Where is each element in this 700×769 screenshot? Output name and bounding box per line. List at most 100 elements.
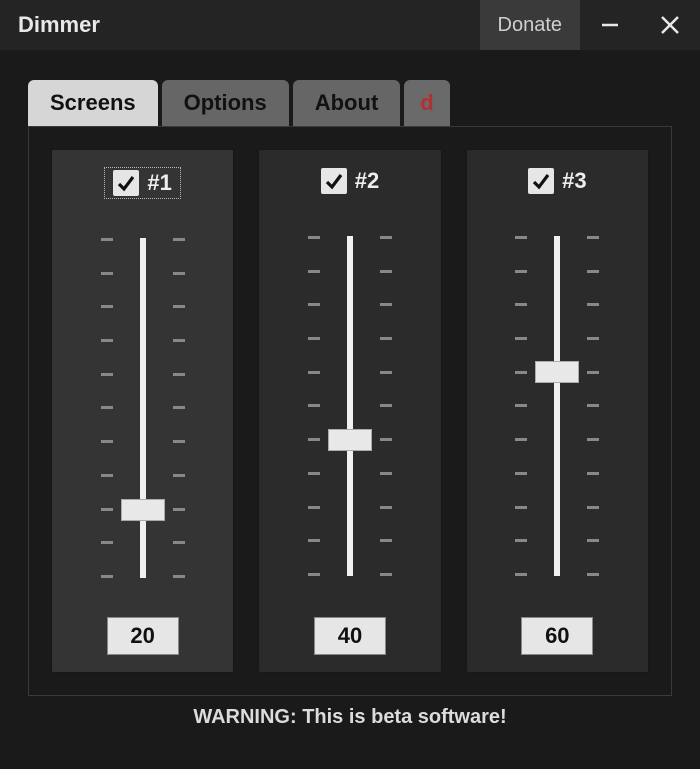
slider-tick xyxy=(173,305,185,308)
slider-tick xyxy=(173,474,185,477)
slider-tick xyxy=(101,508,113,511)
slider-tick xyxy=(515,404,527,407)
slider-tick xyxy=(515,303,527,306)
screen-2-checkbox[interactable] xyxy=(321,168,347,194)
close-button[interactable] xyxy=(640,0,700,50)
slider-tick xyxy=(101,541,113,544)
slider-tick xyxy=(515,337,527,340)
slider-tick xyxy=(173,541,185,544)
screen-3-checkbox[interactable] xyxy=(528,168,554,194)
tab-screens[interactable]: Screens xyxy=(28,80,158,126)
slider-tick xyxy=(173,406,185,409)
slider-tick xyxy=(101,474,113,477)
slider-tick xyxy=(587,270,599,273)
slider-tick xyxy=(308,236,320,239)
slider-tick xyxy=(515,573,527,576)
slider-tick xyxy=(308,539,320,542)
slider-tick xyxy=(380,270,392,273)
screens-panel: #1 #2 xyxy=(28,126,672,696)
slider-thumb[interactable] xyxy=(328,429,372,451)
slider-tick xyxy=(587,404,599,407)
slider-tick xyxy=(587,539,599,542)
slider-tick xyxy=(308,573,320,576)
tab-options[interactable]: Options xyxy=(162,80,289,126)
slider-tick xyxy=(380,573,392,576)
slider-tick xyxy=(380,539,392,542)
screen-column-2: #2 xyxy=(258,149,441,673)
slider-tick xyxy=(587,236,599,239)
screen-1-value[interactable] xyxy=(108,618,178,654)
slider-tick xyxy=(173,272,185,275)
slider-track xyxy=(554,236,560,576)
screen-1-label: #1 xyxy=(147,170,171,196)
check-icon xyxy=(324,171,344,191)
slider-tick xyxy=(587,438,599,441)
screen-3-toggle-row: #3 xyxy=(528,168,586,194)
slider-tick xyxy=(101,373,113,376)
slider-tick xyxy=(101,575,113,578)
slider-tick xyxy=(101,440,113,443)
screen-column-1: #1 xyxy=(51,149,234,673)
slider-tick xyxy=(308,506,320,509)
slider-tick xyxy=(308,337,320,340)
tab-d[interactable]: d xyxy=(404,80,449,126)
slider-track xyxy=(347,236,353,576)
screen-1-slider[interactable] xyxy=(93,238,193,578)
slider-tick xyxy=(587,506,599,509)
slider-tick xyxy=(308,472,320,475)
slider-tick xyxy=(101,339,113,342)
slider-tick xyxy=(380,371,392,374)
slider-ticks-left xyxy=(101,238,113,578)
slider-thumb[interactable] xyxy=(121,499,165,521)
slider-track xyxy=(140,238,146,578)
slider-tick xyxy=(173,575,185,578)
slider-tick xyxy=(308,371,320,374)
slider-tick xyxy=(515,539,527,542)
slider-tick xyxy=(380,404,392,407)
tab-about[interactable]: About xyxy=(293,80,401,126)
slider-tick xyxy=(173,440,185,443)
screen-3-slider-wrap xyxy=(477,212,638,600)
slider-tick xyxy=(173,373,185,376)
screen-1-toggle-row: #1 xyxy=(105,168,179,198)
slider-tick xyxy=(173,339,185,342)
slider-tick xyxy=(380,506,392,509)
screen-2-label: #2 xyxy=(355,168,379,194)
screen-2-slider[interactable] xyxy=(300,236,400,576)
slider-tick xyxy=(515,236,527,239)
screen-2-value[interactable] xyxy=(315,618,385,654)
slider-tick xyxy=(587,371,599,374)
slider-thumb[interactable] xyxy=(535,361,579,383)
slider-tick xyxy=(515,472,527,475)
screen-1-checkbox[interactable] xyxy=(113,170,139,196)
slider-tick xyxy=(380,236,392,239)
minimize-button[interactable] xyxy=(580,0,640,50)
slider-ticks-left xyxy=(515,236,527,576)
screen-3-slider[interactable] xyxy=(507,236,607,576)
slider-tick xyxy=(587,472,599,475)
check-icon xyxy=(116,173,136,193)
slider-tick xyxy=(308,303,320,306)
screen-3-value[interactable] xyxy=(522,618,592,654)
slider-tick xyxy=(515,270,527,273)
slider-ticks-left xyxy=(308,236,320,576)
slider-tick xyxy=(380,472,392,475)
slider-tick xyxy=(101,272,113,275)
screen-2-slider-wrap xyxy=(269,212,430,600)
tab-row: Screens Options About d xyxy=(28,80,672,126)
minimize-icon xyxy=(599,14,621,36)
slider-tick xyxy=(173,238,185,241)
close-icon xyxy=(658,13,682,37)
app-title: Dimmer xyxy=(18,12,480,38)
slider-tick xyxy=(587,573,599,576)
screen-1-slider-wrap xyxy=(62,216,223,600)
slider-tick xyxy=(515,438,527,441)
donate-button[interactable]: Donate xyxy=(480,0,581,50)
slider-tick xyxy=(173,508,185,511)
content-area: Screens Options About d #1 xyxy=(0,50,700,739)
screen-2-toggle-row: #2 xyxy=(321,168,379,194)
title-bar: Dimmer Donate xyxy=(0,0,700,50)
slider-tick xyxy=(515,506,527,509)
slider-tick xyxy=(587,337,599,340)
slider-tick xyxy=(380,303,392,306)
